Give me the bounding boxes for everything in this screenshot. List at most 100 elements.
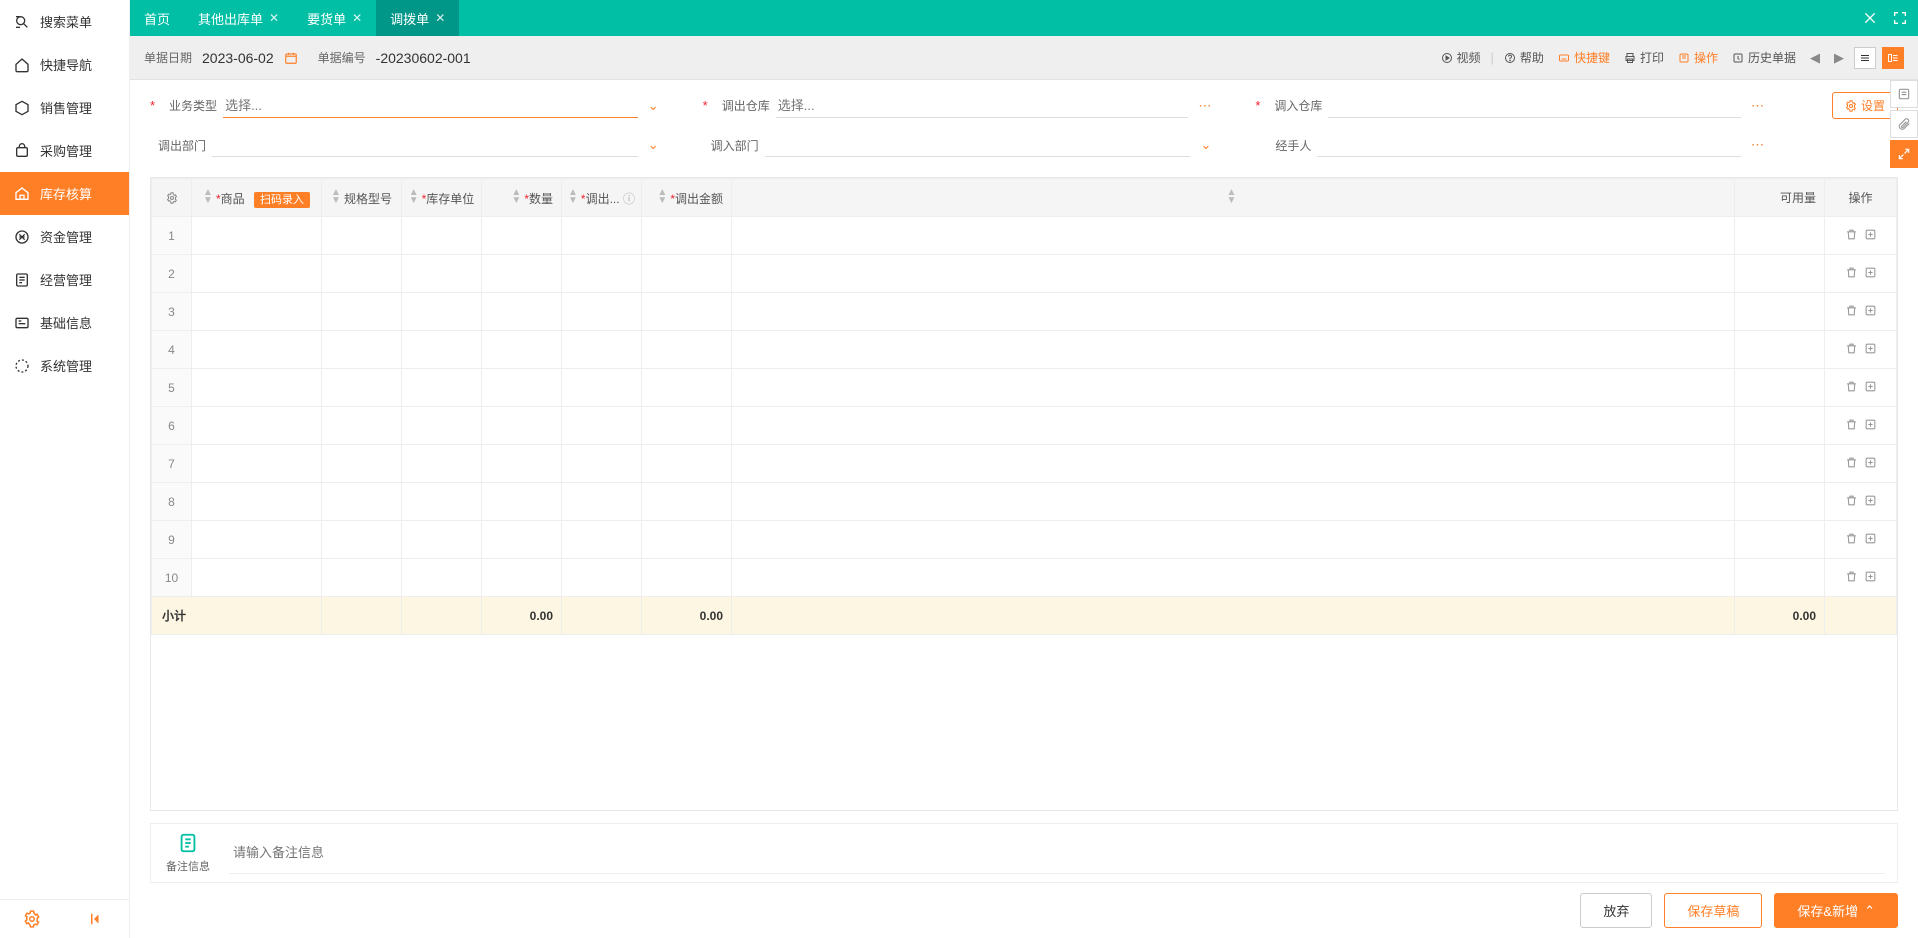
sidebar-item-business[interactable]: 经营管理 xyxy=(0,258,129,301)
delete-row-icon[interactable] xyxy=(1845,380,1858,393)
add-row-icon[interactable] xyxy=(1864,456,1877,469)
history-link[interactable]: 历史单据 xyxy=(1728,49,1800,66)
in-dept-field[interactable]: 调入部门 ⌄ xyxy=(703,133,1216,157)
remarks-input[interactable] xyxy=(229,832,1885,874)
rail-detail-icon[interactable] xyxy=(1890,80,1918,108)
fullscreen-button[interactable] xyxy=(1886,4,1914,32)
calendar-icon[interactable] xyxy=(284,51,298,65)
delete-row-icon[interactable] xyxy=(1845,494,1858,507)
close-icon[interactable]: ✕ xyxy=(435,11,445,25)
purchase-icon xyxy=(14,143,30,159)
discard-button[interactable]: 放弃 xyxy=(1580,893,1652,928)
delete-row-icon[interactable] xyxy=(1845,570,1858,583)
col-amount[interactable]: ▲▼*调出金额 xyxy=(642,179,732,217)
add-row-icon[interactable] xyxy=(1864,228,1877,241)
tab-other-outbound[interactable]: 其他出库单 ✕ xyxy=(184,0,293,36)
table-row[interactable]: 6 xyxy=(152,407,1897,445)
tab-requisition[interactable]: 要货单 ✕ xyxy=(293,0,376,36)
add-row-icon[interactable] xyxy=(1864,532,1877,545)
close-icon[interactable]: ✕ xyxy=(269,11,279,25)
settings-button[interactable]: 设置 xyxy=(1832,92,1898,119)
date-value[interactable]: 2023-06-02 xyxy=(202,50,274,66)
row-number: 10 xyxy=(152,559,192,597)
sidebar-item-sales[interactable]: 销售管理 xyxy=(0,86,129,129)
close-all-tabs-button[interactable] xyxy=(1856,4,1884,32)
add-row-icon[interactable] xyxy=(1864,266,1877,279)
delete-row-icon[interactable] xyxy=(1845,304,1858,317)
table-row[interactable]: 2 xyxy=(152,255,1897,293)
out-warehouse-field[interactable]: * 调出仓库 ⋯ xyxy=(703,92,1216,119)
col-qty[interactable]: ▲▼*数量 xyxy=(482,179,562,217)
sidebar-item-funds[interactable]: 资金管理 xyxy=(0,215,129,258)
in-warehouse-input[interactable] xyxy=(1328,94,1741,118)
table-row[interactable]: 7 xyxy=(152,445,1897,483)
col-available[interactable]: 可用量 xyxy=(1735,179,1825,217)
in-dept-input[interactable] xyxy=(765,133,1191,157)
col-product[interactable]: ▲▼*商品 扫码录入 xyxy=(192,179,322,217)
table-row[interactable]: 9 xyxy=(152,521,1897,559)
handler-field[interactable]: 经手人 ⋯ xyxy=(1255,133,1768,157)
out-dept-field[interactable]: 调出部门 ⌄ xyxy=(150,133,663,157)
print-link[interactable]: 打印 xyxy=(1620,49,1668,66)
add-row-icon[interactable] xyxy=(1864,570,1877,583)
delete-row-icon[interactable] xyxy=(1845,418,1858,431)
operate-link[interactable]: 操作 xyxy=(1674,49,1722,66)
add-row-icon[interactable] xyxy=(1864,494,1877,507)
next-doc-button[interactable]: ▶ xyxy=(1830,50,1848,66)
handler-input[interactable] xyxy=(1317,133,1741,157)
view-list-button[interactable] xyxy=(1854,47,1876,69)
in-warehouse-field[interactable]: * 调入仓库 ⋯ xyxy=(1255,92,1768,119)
prev-doc-button[interactable]: ◀ xyxy=(1806,50,1824,66)
rail-expand-icon[interactable] xyxy=(1890,140,1918,168)
scan-tag[interactable]: 扫码录入 xyxy=(254,192,310,208)
rail-attach-icon[interactable] xyxy=(1890,110,1918,138)
col-gear[interactable] xyxy=(152,179,192,217)
help-icon[interactable]: ⓘ xyxy=(623,192,635,206)
collapse-sidebar-icon[interactable] xyxy=(88,910,106,928)
chevron-down-icon[interactable]: ⌄ xyxy=(1196,137,1215,153)
save-draft-button[interactable]: 保存草稿 xyxy=(1664,893,1762,928)
tab-home[interactable]: 首页 xyxy=(130,0,184,36)
add-row-icon[interactable] xyxy=(1864,304,1877,317)
delete-row-icon[interactable] xyxy=(1845,456,1858,469)
table-row[interactable]: 1 xyxy=(152,217,1897,255)
table-row[interactable]: 3 xyxy=(152,293,1897,331)
table-row[interactable]: 4 xyxy=(152,331,1897,369)
sidebar-item-search-menu[interactable]: 搜索菜单 xyxy=(0,0,129,43)
table-row[interactable]: 8 xyxy=(152,483,1897,521)
col-spec[interactable]: ▲▼规格型号 xyxy=(322,179,402,217)
help-link[interactable]: 帮助 xyxy=(1500,49,1548,66)
delete-row-icon[interactable] xyxy=(1845,266,1858,279)
sidebar-item-purchase[interactable]: 采购管理 xyxy=(0,129,129,172)
col-out-price[interactable]: ▲▼*调出... ⓘ xyxy=(562,179,642,217)
add-row-icon[interactable] xyxy=(1864,380,1877,393)
close-icon[interactable]: ✕ xyxy=(352,11,362,25)
table-row[interactable]: 10 xyxy=(152,559,1897,597)
video-link[interactable]: 视频 xyxy=(1437,49,1485,66)
chevron-down-icon[interactable]: ⌄ xyxy=(644,98,663,114)
sidebar-item-baseinfo[interactable]: 基础信息 xyxy=(0,301,129,344)
add-row-icon[interactable] xyxy=(1864,342,1877,355)
out-dept-input[interactable] xyxy=(212,133,638,157)
more-icon[interactable]: ⋯ xyxy=(1194,98,1215,114)
gear-icon[interactable] xyxy=(23,910,41,928)
biz-type-field[interactable]: * 业务类型 ⌄ xyxy=(150,92,663,119)
col-unit[interactable]: ▲▼*库存单位 xyxy=(402,179,482,217)
chevron-down-icon[interactable]: ⌄ xyxy=(644,137,663,153)
sidebar-item-system[interactable]: 系统管理 xyxy=(0,344,129,387)
out-warehouse-input[interactable] xyxy=(776,94,1189,118)
tab-transfer[interactable]: 调拨单 ✕ xyxy=(376,0,459,36)
delete-row-icon[interactable] xyxy=(1845,532,1858,545)
shortcut-link[interactable]: 快捷键 xyxy=(1554,49,1614,66)
add-row-icon[interactable] xyxy=(1864,418,1877,431)
delete-row-icon[interactable] xyxy=(1845,342,1858,355)
view-detail-button[interactable] xyxy=(1882,47,1904,69)
sidebar-item-inventory[interactable]: 库存核算 xyxy=(0,172,129,215)
biz-type-input[interactable] xyxy=(223,94,638,118)
more-icon[interactable]: ⋯ xyxy=(1747,137,1768,153)
table-row[interactable]: 5 xyxy=(152,369,1897,407)
more-icon[interactable]: ⋯ xyxy=(1747,98,1768,114)
delete-row-icon[interactable] xyxy=(1845,228,1858,241)
sidebar-item-quick-nav[interactable]: 快捷导航 xyxy=(0,43,129,86)
save-new-button[interactable]: 保存&新增 ⌃ xyxy=(1774,893,1898,928)
